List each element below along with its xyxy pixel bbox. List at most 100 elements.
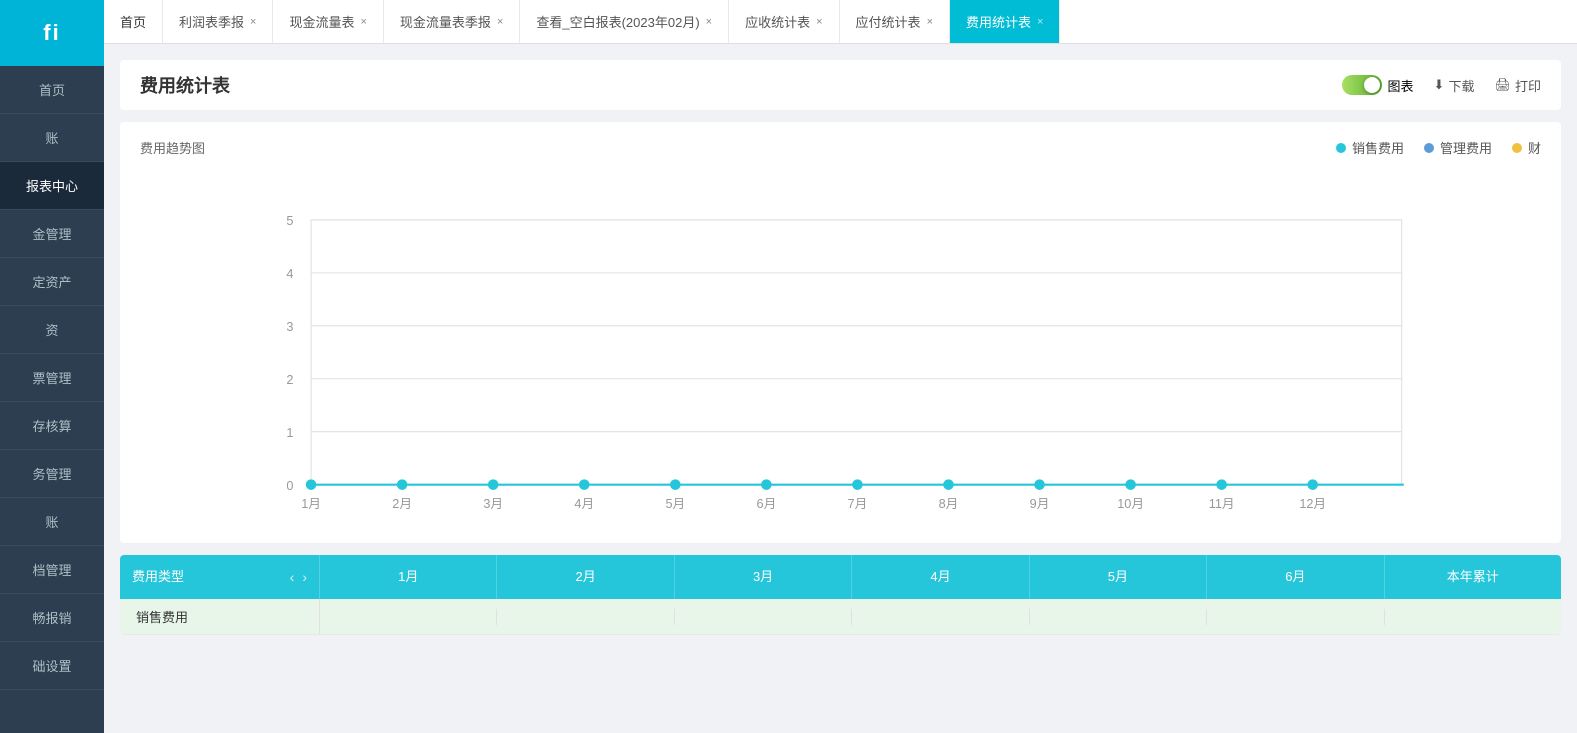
close-profit-tab[interactable]: × [250, 16, 256, 28]
td-sales-total [1385, 609, 1561, 625]
close-expense-stat-tab[interactable]: × [1037, 16, 1043, 28]
table-header-row: 费用类型 ‹ › 1月 2月 3月 4月 5月 6月 本年累计 [120, 555, 1561, 599]
th-month-2: 2月 [497, 555, 674, 599]
sidebar-item-service[interactable]: 务管理 [0, 450, 104, 498]
sidebar-logo: fi [0, 0, 104, 66]
table-row-sales: 销售费用 [120, 599, 1561, 635]
th-month-5: 5月 [1030, 555, 1207, 599]
td-sales-m6 [1207, 609, 1384, 625]
sidebar-item-settings[interactable]: 础设置 [0, 642, 104, 690]
sidebar-item-finance[interactable]: 金管理 [0, 210, 104, 258]
svg-text:10月: 10月 [1117, 497, 1144, 511]
legend-label-sales: 销售费用 [1352, 138, 1404, 157]
td-sales-m3 [675, 609, 852, 625]
th-month-1: 1月 [320, 555, 497, 599]
tab-receivable[interactable]: 应收统计表 × [729, 0, 839, 44]
download-label: 下载 [1448, 76, 1474, 95]
sidebar-item-payable[interactable]: 账 [0, 498, 104, 546]
sidebar-item-reports[interactable]: 报表中心 [0, 162, 104, 210]
download-icon: ⬇ [1434, 77, 1445, 93]
th-month-6: 6月 [1207, 555, 1384, 599]
next-months-button[interactable]: › [302, 555, 307, 599]
tab-home[interactable]: 首页 [104, 0, 163, 44]
main-area: 首页 利润表季报 × 现金流量表 × 现金流量表季报 × 查看_空白报表(202… [104, 0, 1577, 733]
th-total: 本年累计 [1385, 555, 1561, 599]
tab-payable-stat[interactable]: 应付统计表 × [840, 0, 950, 44]
th-month-4: 4月 [852, 555, 1029, 599]
sidebar-item-investment[interactable]: 资 [0, 306, 104, 354]
chart-card: 费用趋势图 销售费用 管理费用 财 [120, 122, 1561, 543]
chart-legend: 销售费用 管理费用 财 [1336, 138, 1541, 157]
svg-text:11月: 11月 [1209, 497, 1235, 511]
content-area: 费用统计表 图表 ⬇ 下载 🖨 打印 [104, 44, 1577, 733]
td-type-sales: 销售费用 [120, 599, 320, 634]
tab-cashflow-quarterly[interactable]: 现金流量表季报 × [384, 0, 520, 44]
legend-admin: 管理费用 [1424, 138, 1492, 157]
svg-text:3: 3 [286, 320, 293, 334]
svg-text:7月: 7月 [848, 497, 868, 511]
legend-dot-admin [1424, 143, 1434, 153]
th-month-3: 3月 [675, 555, 852, 599]
tab-cashflow[interactable]: 现金流量表 × [273, 0, 383, 44]
td-sales-m1 [320, 609, 497, 625]
sidebar-item-archive[interactable]: 档管理 [0, 546, 104, 594]
svg-text:0: 0 [286, 479, 293, 493]
sidebar-item-home[interactable]: 首页 [0, 66, 104, 114]
close-cashflow-quarterly-tab[interactable]: × [497, 16, 503, 28]
close-payable-stat-tab[interactable]: × [927, 16, 933, 28]
sidebar-item-inventory[interactable]: 存核算 [0, 402, 104, 450]
svg-text:3月: 3月 [483, 497, 503, 511]
line-chart-svg: 0 1 2 3 4 5 [140, 167, 1541, 527]
th-type: 费用类型 ‹ › [120, 555, 320, 599]
legend-finance: 财 [1512, 138, 1541, 157]
tab-expense-stat[interactable]: 费用统计表 × [950, 0, 1060, 44]
td-sales-m5 [1030, 609, 1207, 625]
print-button[interactable]: 🖨 打印 [1494, 76, 1541, 95]
svg-text:4: 4 [286, 267, 293, 281]
page-title: 费用统计表 [140, 72, 230, 98]
chart-toggle[interactable]: 图表 [1342, 75, 1414, 95]
legend-dot-finance [1512, 143, 1522, 153]
svg-text:2月: 2月 [392, 497, 412, 511]
chart-card-header: 费用趋势图 销售费用 管理费用 财 [140, 138, 1541, 157]
header-actions: 图表 ⬇ 下载 🖨 打印 [1342, 75, 1541, 95]
th-type-label: 费用类型 [132, 555, 184, 599]
tab-blank-report[interactable]: 查看_空白报表(2023年02月) × [520, 0, 729, 44]
expense-table: 费用类型 ‹ › 1月 2月 3月 4月 5月 6月 本年累计 销售费用 [120, 555, 1561, 635]
svg-text:8月: 8月 [939, 497, 959, 511]
close-cashflow-tab[interactable]: × [360, 16, 366, 28]
svg-text:1月: 1月 [301, 497, 321, 511]
legend-label-finance: 财 [1528, 138, 1541, 157]
download-button[interactable]: ⬇ 下载 [1434, 76, 1475, 95]
sidebar-item-cancel[interactable]: 畅报销 [0, 594, 104, 642]
legend-dot-sales [1336, 143, 1346, 153]
close-blank-report-tab[interactable]: × [706, 16, 712, 28]
svg-text:12月: 12月 [1299, 497, 1326, 511]
chart-wrapper: 0 1 2 3 4 5 [140, 167, 1541, 527]
chart-title: 费用趋势图 [140, 138, 205, 157]
td-sales-m2 [497, 609, 674, 625]
sidebar-item-fixed-assets[interactable]: 定资产 [0, 258, 104, 306]
close-receivable-tab[interactable]: × [816, 16, 822, 28]
prev-months-button[interactable]: ‹ [290, 555, 295, 599]
td-sales-m4 [852, 609, 1029, 625]
svg-text:4月: 4月 [574, 497, 594, 511]
legend-label-admin: 管理费用 [1440, 138, 1492, 157]
tab-bar: 首页 利润表季报 × 现金流量表 × 现金流量表季报 × 查看_空白报表(202… [104, 0, 1577, 44]
toggle-thumb [1364, 77, 1380, 93]
toggle-track[interactable] [1342, 75, 1382, 95]
legend-sales: 销售费用 [1336, 138, 1404, 157]
sidebar-item-invoice[interactable]: 票管理 [0, 354, 104, 402]
tab-profit[interactable]: 利润表季报 × [163, 0, 273, 44]
chart-toggle-label: 图表 [1388, 76, 1414, 95]
print-label: 打印 [1515, 76, 1541, 95]
sidebar-item-account[interactable]: 账 [0, 114, 104, 162]
svg-text:5: 5 [286, 214, 293, 228]
print-icon: 🖨 [1494, 77, 1511, 93]
svg-text:1: 1 [286, 426, 293, 440]
svg-text:2: 2 [286, 373, 293, 387]
page-header: 费用统计表 图表 ⬇ 下载 🖨 打印 [120, 60, 1561, 110]
svg-text:6月: 6月 [757, 497, 777, 511]
svg-text:5月: 5月 [665, 497, 685, 511]
sidebar: fi 首页 账 报表中心 金管理 定资产 资 票管理 存核算 务管理 账 档管理… [0, 0, 104, 733]
